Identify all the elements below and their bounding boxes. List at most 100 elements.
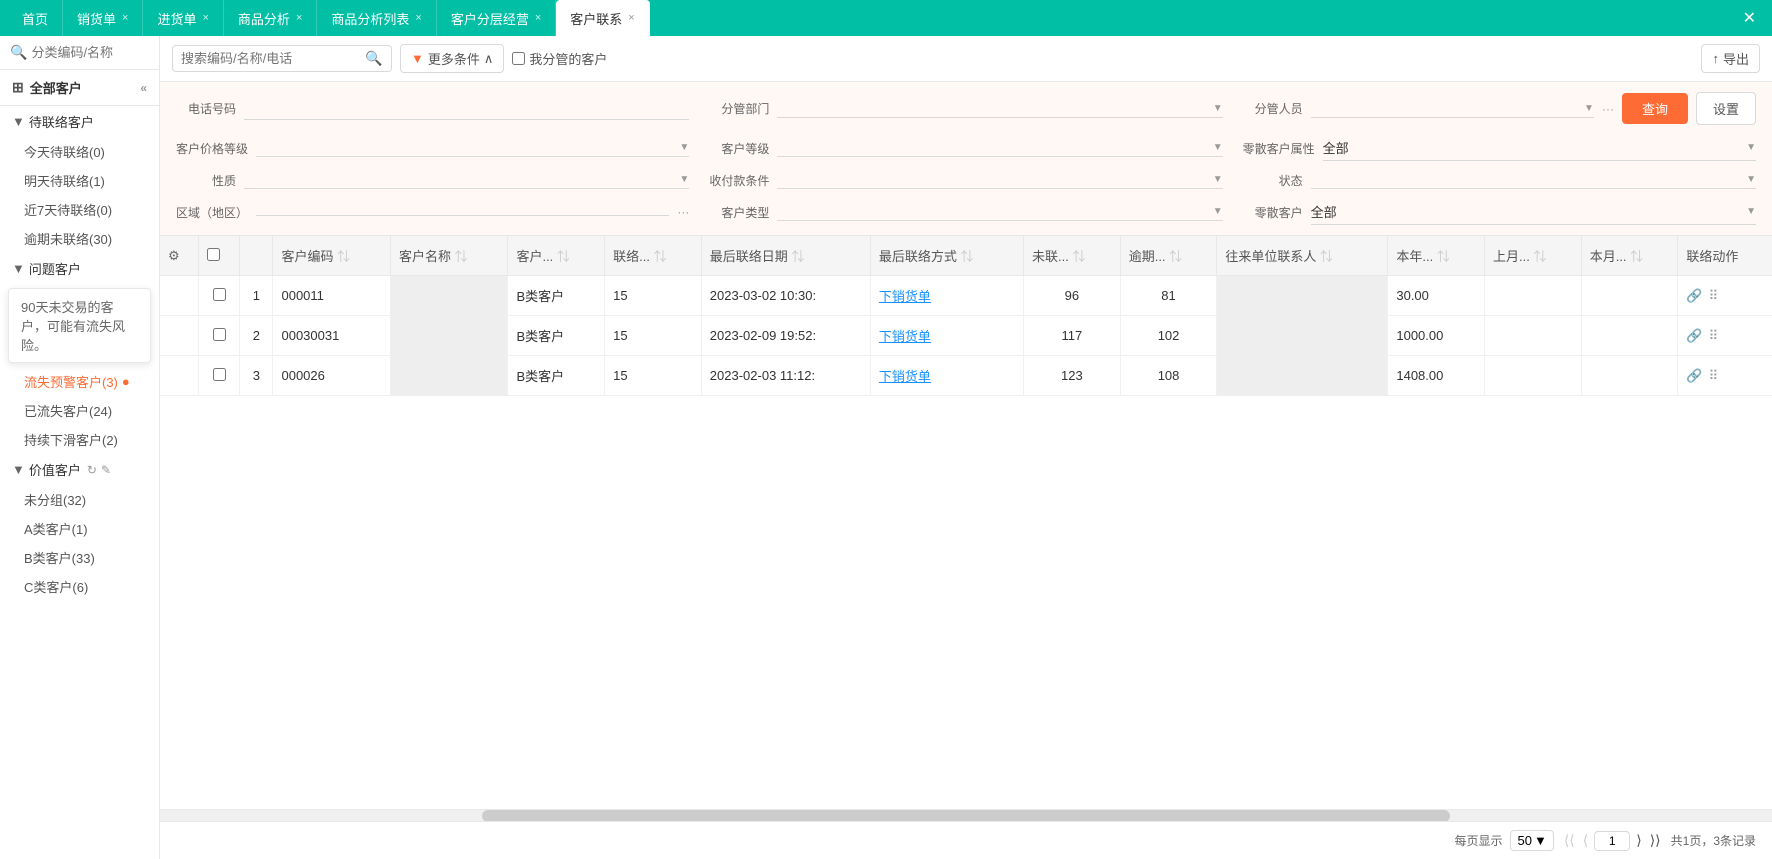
th-last-month[interactable]: 上月... ⇅ <box>1485 236 1582 276</box>
tab-bar-close-btn[interactable]: ✕ <box>1735 8 1764 28</box>
tab-sales[interactable]: 销货单 × <box>63 0 143 36</box>
table-scrollbar[interactable] <box>160 809 1772 821</box>
edit-icon[interactable]: ✎ <box>101 463 111 477</box>
refresh-icon[interactable]: ↻ <box>87 463 97 477</box>
more-conditions-btn[interactable]: ▼ 更多条件 ∧ <box>400 44 504 73</box>
tab-purchase-close[interactable]: × <box>202 12 208 24</box>
th-this-year[interactable]: 本年... ⇅ <box>1388 236 1485 276</box>
tab-analysis-list[interactable]: 商品分析列表 × <box>317 0 436 36</box>
sidebar-search-input[interactable] <box>31 45 149 60</box>
filter-customer-level-select[interactable]: ▼ <box>777 139 1222 157</box>
tab-sales-close[interactable]: × <box>122 12 128 24</box>
sidebar-item-churned[interactable]: 已流失客户(24) <box>0 396 159 425</box>
tab-customer-contact-close[interactable]: × <box>628 12 634 24</box>
sidebar-item-ungrouped[interactable]: 未分组(32) <box>0 485 159 514</box>
select-all-checkbox[interactable] <box>207 248 220 261</box>
row-name <box>390 316 507 356</box>
nav-last-btn[interactable]: ⟩⟩ <box>1648 832 1663 849</box>
sidebar-item-tomorrow[interactable]: 明天待联络(1) <box>0 166 159 195</box>
tab-customer-segment-close[interactable]: × <box>535 12 541 24</box>
sidebar-section-value[interactable]: ▼ 价值客户 ↻ ✎ <box>0 454 159 485</box>
filter-manager: 分管人员 ▼ ··· 查询 设置 <box>1243 92 1756 125</box>
tab-analysis[interactable]: 商品分析 × <box>224 0 317 36</box>
tab-analysis-list-close[interactable]: × <box>415 12 421 24</box>
row-index: 3 <box>240 356 273 396</box>
tab-home[interactable]: 首页 <box>8 0 63 36</box>
filter-dept-select[interactable]: ▼ <box>777 100 1222 118</box>
nav-first-btn[interactable]: ⟨⟨ <box>1562 832 1577 849</box>
table-row: 3 000026 B类客户 15 2023-02-03 11:12: 下销货单 … <box>160 356 1772 396</box>
action-link-icon[interactable]: 🔗 <box>1686 288 1702 304</box>
table-row: 2 00030031 B类客户 15 2023-02-09 19:52: 下销货… <box>160 316 1772 356</box>
row-index: 2 <box>240 316 273 356</box>
my-customer-checkbox-container[interactable]: 我分管的客户 <box>512 49 607 68</box>
filter-search-icon[interactable]: 🔍 <box>365 50 382 67</box>
per-page-select[interactable]: 50 ▼ <box>1510 830 1553 851</box>
page-input[interactable] <box>1594 831 1630 851</box>
sidebar-all-customers[interactable]: ⊞ 全部客户 « <box>0 70 159 106</box>
filter-region-more[interactable]: ··· <box>677 205 689 219</box>
filter-scatter-attr-select[interactable]: 全部 ▼ <box>1323 135 1756 161</box>
export-btn[interactable]: ↑ 导出 <box>1701 44 1760 73</box>
filter-status-select[interactable]: ▼ <box>1311 171 1756 189</box>
nav-prev-btn[interactable]: ⟨ <box>1581 832 1590 849</box>
sort-icon-company: ⇅ <box>1320 249 1333 264</box>
row-method-link[interactable]: 下销货单 <box>879 329 931 344</box>
filter-customer-type-select[interactable]: ▼ <box>777 203 1222 221</box>
th-uncontacted[interactable]: 未联... ⇅ <box>1024 236 1121 276</box>
filter-search-input[interactable] <box>181 51 361 66</box>
tab-customer-segment[interactable]: 客户分层经营 × <box>437 0 556 36</box>
action-more-icon[interactable]: ⠿ <box>1709 288 1719 304</box>
action-more-icon[interactable]: ⠿ <box>1709 368 1719 384</box>
tab-analysis-close[interactable]: × <box>296 12 302 24</box>
row-method-link[interactable]: 下销货单 <box>879 289 931 304</box>
my-customer-checkbox[interactable] <box>512 52 525 65</box>
action-more-icon[interactable]: ⠿ <box>1709 328 1719 344</box>
action-link-icon[interactable]: 🔗 <box>1686 368 1702 384</box>
filter-scatter-customer-select[interactable]: 全部 ▼ <box>1311 199 1756 225</box>
filter-manager-select[interactable]: ▼ <box>1311 100 1594 118</box>
nav-next-btn[interactable]: ⟩ <box>1634 832 1643 849</box>
row-method-link[interactable]: 下销货单 <box>879 369 931 384</box>
grid-icon: ⊞ <box>12 79 24 96</box>
row-select-checkbox[interactable] <box>213 328 226 341</box>
filter-scatter-attr-arrow: ▼ <box>1746 142 1756 153</box>
th-code[interactable]: 客户编码 ⇅ <box>273 236 390 276</box>
query-btn[interactable]: 查询 <box>1622 93 1688 124</box>
row-actions: 🔗 ⠿ <box>1678 316 1772 356</box>
sidebar-item-churn-warning[interactable]: 流失预警客户(3) ● <box>0 367 159 396</box>
row-select-checkbox[interactable] <box>213 368 226 381</box>
sidebar-item-c-class[interactable]: C类客户(6) <box>0 572 159 601</box>
th-last-contact-method[interactable]: 最后联络方式 ⇅ <box>870 236 1023 276</box>
sidebar-section-problem[interactable]: ▼ 问题客户 <box>0 253 159 284</box>
sidebar-item-b-class[interactable]: B类客户(33) <box>0 543 159 572</box>
filter-region-select[interactable] <box>256 209 669 216</box>
row-last-month <box>1485 316 1582 356</box>
sidebar-item-declining[interactable]: 持续下滑客户(2) <box>0 425 159 454</box>
filter-phone-input[interactable] <box>244 98 689 120</box>
th-name[interactable]: 客户名称 ⇅ <box>390 236 507 276</box>
filter-nature-select[interactable]: ▼ <box>244 171 689 189</box>
tab-bar: 首页 销货单 × 进货单 × 商品分析 × 商品分析列表 × 客户分层经营 × … <box>0 0 1772 36</box>
th-overdue[interactable]: 逾期... ⇅ <box>1120 236 1217 276</box>
tab-customer-contact[interactable]: 客户联系 × <box>556 0 649 36</box>
sidebar-item-today[interactable]: 今天待联络(0) <box>0 137 159 166</box>
row-select-checkbox[interactable] <box>213 288 226 301</box>
filter-payment-select[interactable]: ▼ <box>777 171 1222 189</box>
setting-btn[interactable]: 设置 <box>1696 92 1756 125</box>
th-setting[interactable]: ⚙ <box>160 236 199 276</box>
th-company-contact[interactable]: 往来单位联系人 ⇅ <box>1217 236 1388 276</box>
th-last-contact-date[interactable]: 最后联络日期 ⇅ <box>701 236 870 276</box>
sidebar-item-a-class[interactable]: A类客户(1) <box>0 514 159 543</box>
row-contact: 15 <box>605 276 702 316</box>
th-this-month[interactable]: 本月... ⇅ <box>1581 236 1678 276</box>
th-contact[interactable]: 联络... ⇅ <box>605 236 702 276</box>
th-type[interactable]: 客户... ⇅ <box>508 236 605 276</box>
sidebar-section-pending[interactable]: ▼ 待联络客户 <box>0 106 159 137</box>
sidebar-item-7days[interactable]: 近7天待联络(0) <box>0 195 159 224</box>
tab-purchase[interactable]: 进货单 × <box>143 0 223 36</box>
action-link-icon[interactable]: 🔗 <box>1686 328 1702 344</box>
sidebar-item-overdue[interactable]: 逾期未联络(30) <box>0 224 159 253</box>
filter-price-level-select[interactable]: ▼ <box>256 139 689 157</box>
filter-manager-more[interactable]: ··· <box>1602 102 1614 116</box>
